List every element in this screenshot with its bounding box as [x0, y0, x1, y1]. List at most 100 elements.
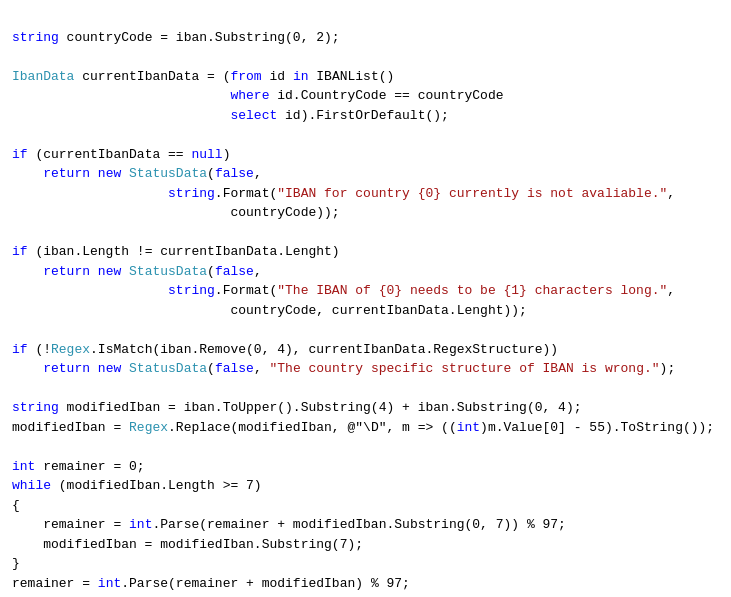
code-token: { [12, 498, 20, 513]
code-token: Regex [129, 420, 168, 435]
code-token: in [293, 69, 309, 84]
code-token: int [457, 420, 480, 435]
code-token: )m.Value[0] - 55).ToString()); [480, 420, 714, 435]
code-token: (! [28, 342, 51, 357]
code-token: IBANList() [309, 69, 395, 84]
code-token [121, 361, 129, 376]
code-token: StatusData [129, 264, 207, 279]
code-token: id.CountryCode == countryCode [269, 88, 503, 103]
code-line: } [12, 554, 719, 574]
code-token: ( [207, 361, 215, 376]
code-line: string.Format("IBAN for country {0} curr… [12, 184, 719, 204]
code-token: ( [207, 166, 215, 181]
code-line: countryCode, currentIbanData.Lenght)); [12, 301, 719, 321]
code-token [90, 166, 98, 181]
code-token: "The country specific structure of IBAN … [270, 361, 660, 376]
code-token: , [667, 186, 675, 201]
code-line [12, 593, 719, 597]
code-token: countryCode, currentIbanData.Lenght)); [230, 303, 526, 318]
code-line: modifiedIban = Regex.Replace(modifiedIba… [12, 418, 719, 438]
code-token: "The IBAN of {0} needs to be {1} charact… [277, 283, 667, 298]
code-line [12, 223, 719, 243]
code-token [12, 205, 230, 220]
code-token: .Format( [215, 186, 277, 201]
code-token: if [12, 147, 28, 162]
code-line: string.Format("The IBAN of {0} needs to … [12, 281, 719, 301]
code-token: IbanData [12, 69, 74, 84]
code-token: false [215, 166, 254, 181]
code-line [12, 437, 719, 457]
code-token: StatusData [129, 361, 207, 376]
code-line: countryCode)); [12, 203, 719, 223]
code-token: string [168, 186, 215, 201]
code-line: remainer = int.Parse(remainer + modified… [12, 515, 719, 535]
code-token: modifiedIban = [12, 420, 129, 435]
code-token: Regex [51, 342, 90, 357]
code-token: new [98, 361, 121, 376]
code-token: .Replace(modifiedIban, @"\D", m => (( [168, 420, 457, 435]
code-token: new [98, 166, 121, 181]
code-token: , [254, 166, 262, 181]
code-token: return [43, 264, 90, 279]
code-line: if (iban.Length != currentIbanData.Lengh… [12, 242, 719, 262]
code-token: new [98, 264, 121, 279]
code-token: , [667, 283, 675, 298]
code-line: return new StatusData(false, [12, 164, 719, 184]
code-token: .Parse(remainer + modifiedIban) % 97; [121, 576, 410, 591]
code-token: id).FirstOrDefault(); [277, 108, 449, 123]
code-token: string [12, 30, 59, 45]
code-token: , [254, 361, 270, 376]
code-line: IbanData currentIbanData = (from id in I… [12, 67, 719, 87]
code-line: if (!Regex.IsMatch(iban.Remove(0, 4), cu… [12, 340, 719, 360]
code-token [12, 166, 43, 181]
code-line: select id).FirstOrDefault(); [12, 106, 719, 126]
code-token: string [168, 283, 215, 298]
code-token [121, 166, 129, 181]
code-token: modifiedIban = modifiedIban.Substring(7)… [12, 537, 363, 552]
code-token: false [215, 264, 254, 279]
code-token: from [230, 69, 261, 84]
code-line: modifiedIban = modifiedIban.Substring(7)… [12, 535, 719, 555]
code-token: while [12, 478, 51, 493]
code-token: } [12, 556, 20, 571]
code-token [12, 303, 230, 318]
code-token: ); [660, 361, 676, 376]
code-line: while (modifiedIban.Length >= 7) [12, 476, 719, 496]
code-line: return new StatusData(false, [12, 262, 719, 282]
code-line [12, 47, 719, 67]
code-token: countryCode = iban.Substring(0, 2); [59, 30, 340, 45]
code-line [12, 379, 719, 399]
code-line: int remainer = 0; [12, 457, 719, 477]
code-token: remainer = 0; [35, 459, 144, 474]
code-token [12, 283, 168, 298]
code-token [90, 264, 98, 279]
code-token: ( [207, 264, 215, 279]
code-token: int [12, 459, 35, 474]
code-token: modifiedIban = iban.ToUpper().Substring(… [59, 400, 582, 415]
code-line: if (currentIbanData == null) [12, 145, 719, 165]
code-line [12, 125, 719, 145]
code-editor: string countryCode = iban.Substring(0, 2… [12, 8, 719, 597]
code-token: StatusData [129, 166, 207, 181]
code-token: false [215, 361, 254, 376]
code-line [12, 320, 719, 340]
code-token: return [43, 361, 90, 376]
code-token [12, 186, 168, 201]
code-token: .IsMatch(iban.Remove(0, 4), currentIbanD… [90, 342, 558, 357]
code-line: remainer = int.Parse(remainer + modified… [12, 574, 719, 594]
code-token [90, 361, 98, 376]
code-token [12, 108, 230, 123]
code-token: (currentIbanData == [28, 147, 192, 162]
code-token: int [98, 576, 121, 591]
code-token [12, 88, 230, 103]
code-token: if [12, 342, 28, 357]
code-token: select [230, 108, 277, 123]
code-token: id [262, 69, 293, 84]
code-token: if [12, 244, 28, 259]
code-token: .Parse(remainer + modifiedIban.Substring… [152, 517, 565, 532]
code-line: { [12, 496, 719, 516]
code-token: , [254, 264, 262, 279]
code-token: remainer = [12, 576, 98, 591]
code-token: .Format( [215, 283, 277, 298]
code-token: "IBAN for country {0} currently is not a… [277, 186, 667, 201]
